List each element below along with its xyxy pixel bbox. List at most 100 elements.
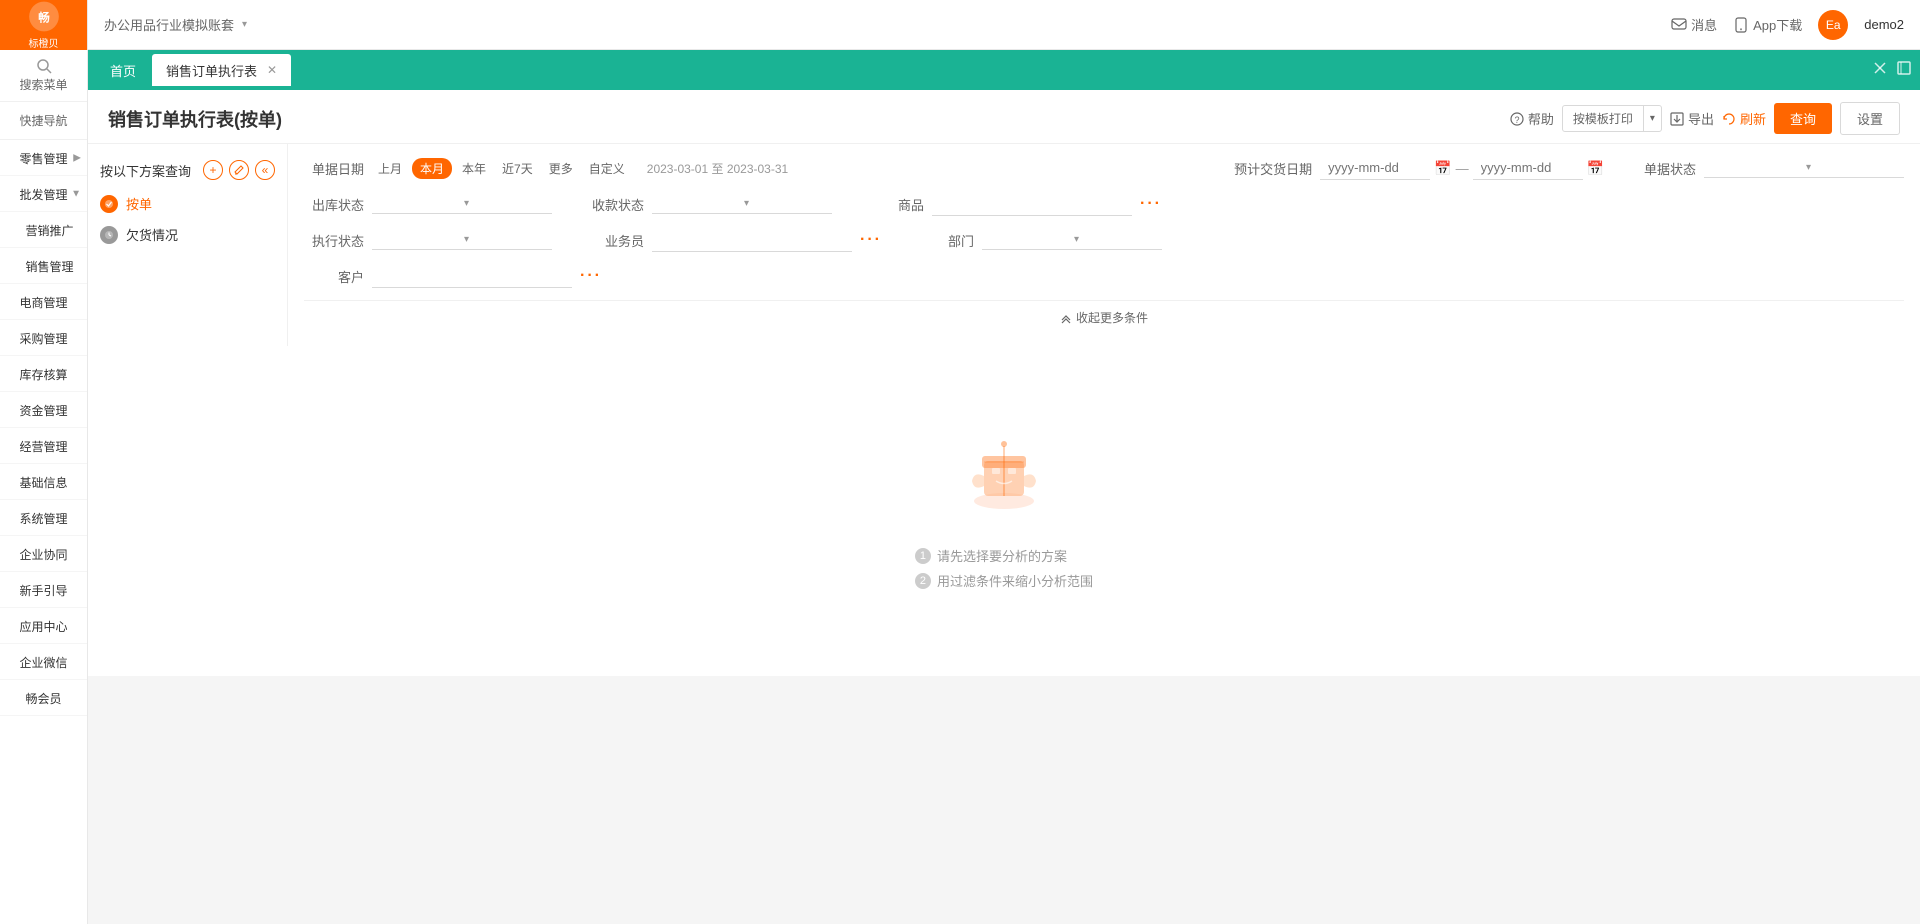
sidebar-item-wholesale[interactable]: 批发管理 ▼ [0,176,87,212]
scheme-order-label: 按单 [126,194,152,213]
filter-area: 按以下方案查询 + « [88,144,1920,346]
inventory-label: 库存核算 [19,366,67,383]
app-download-label: App下载 [1753,15,1802,34]
sidebar-item-collab[interactable]: 企业协同 [0,536,87,572]
app-download-btn[interactable]: App下载 [1733,15,1802,34]
sidebar-item-retail[interactable]: 零售管理 ▶ [0,140,87,176]
filter-left-header: 按以下方案查询 + « [88,156,287,188]
expected-date-to[interactable] [1473,156,1583,180]
scheme-item-by-order[interactable]: 按单 [88,188,287,219]
sidebar-item-apps[interactable]: 应用中心 [0,608,87,644]
empty-state: 1 请先选择要分析的方案 2 用过滤条件来缩小分析范围 [88,346,1920,676]
salesperson-field: 业务员 ··· [584,228,882,252]
date-tabs: 上月 本月 本年 近7天 更多 自定义 [372,158,631,179]
svg-text:畅: 畅 [38,10,50,24]
product-more-icon[interactable]: ··· [1140,195,1162,213]
svg-text:?: ? [1514,115,1519,125]
tab-sales-order[interactable]: 销售订单执行表 ✕ [152,54,291,86]
refresh-icon [1722,112,1736,126]
tab-close-icon[interactable]: ✕ [267,63,277,77]
refresh-btn[interactable]: 刷新 [1722,109,1766,128]
product-input[interactable] [932,192,1132,216]
page-container: 销售订单执行表(按单) ? 帮助 按模板打印 ▾ 导出 [88,90,1920,676]
exec-status-select[interactable]: ▾ [372,230,552,250]
sidebar-item-newbie[interactable]: 新手引导 [0,572,87,608]
expected-date-range: 📅 — 📅 [1320,156,1604,180]
sidebar-item-purchase[interactable]: 采购管理 [0,320,87,356]
retail-arrow-icon: ▶ [73,152,81,163]
print-label[interactable]: 按模板打印 [1563,106,1644,131]
date-tab-this-year[interactable]: 本年 [456,158,492,179]
search-icon [36,58,52,74]
empty-tips: 1 请先选择要分析的方案 2 用过滤条件来缩小分析范围 [915,546,1093,596]
wholesale-label: 批发管理 [19,186,67,203]
salesperson-more-icon[interactable]: ··· [860,231,882,249]
page-actions: ? 帮助 按模板打印 ▾ 导出 刷新 查询 [1510,102,1900,135]
expected-date-label: 预计交货日期 [1234,159,1312,178]
sales-label: 销售管理 [25,258,73,275]
sidebar-item-ecommerce[interactable]: 电商管理 [0,284,87,320]
quick-nav-label: 快捷导航 [0,106,87,135]
message-label: 消息 [1691,15,1717,34]
print-btn[interactable]: 按模板打印 ▾ [1562,105,1662,132]
export-btn[interactable]: 导出 [1670,109,1714,128]
sidebar-item-system[interactable]: 系统管理 [0,500,87,536]
settings-btn[interactable]: 设置 [1840,102,1900,135]
message-btn[interactable]: 消息 [1671,15,1717,34]
print-dropdown-icon[interactable]: ▾ [1644,109,1661,128]
add-scheme-btn[interactable]: + [203,160,223,180]
operations-label: 经营管理 [19,438,67,455]
date-tab-last-month[interactable]: 上月 [372,158,408,179]
date-tab-7days[interactable]: 近7天 [496,158,539,179]
calendar-from-icon[interactable]: 📅 [1434,160,1451,177]
user-name: demo2 [1864,17,1904,32]
exec-caret: ▾ [464,234,544,245]
scheme-item-shortage[interactable]: 欠货情况 [88,219,287,250]
export-icon [1670,112,1684,126]
customer-label: 客户 [304,267,364,286]
outbound-status-select[interactable]: ▾ [372,194,552,214]
mobile-icon [1733,17,1749,33]
sidebar-item-operations[interactable]: 经营管理 [0,428,87,464]
payment-status-select[interactable]: ▾ [652,194,832,214]
tip-1-num: 1 [915,548,931,564]
filter-panel-title: 按以下方案查询 [100,161,191,180]
empty-tip-1: 1 请先选择要分析的方案 [915,546,1093,565]
sidebar-item-wechat[interactable]: 企业微信 [0,644,87,680]
date-tab-more[interactable]: 更多 [543,158,579,179]
customer-more-icon[interactable]: ··· [580,267,602,285]
customer-input[interactable] [372,264,572,288]
tab-close-all-btn[interactable] [1872,60,1888,81]
tab-expand-btn[interactable] [1896,60,1912,81]
date-tab-custom[interactable]: 自定义 [583,158,631,179]
department-select[interactable]: ▾ [982,230,1162,250]
user-avatar[interactable]: Ea [1818,10,1848,40]
sidebar-item-marketing[interactable]: 营销推广 [0,212,87,248]
sidebar-item-inventory[interactable]: 库存核算 [0,356,87,392]
expected-date-from[interactable] [1320,156,1430,180]
system-label: 系统管理 [19,510,67,527]
finance-label: 资金管理 [19,402,67,419]
collapse-panel-btn[interactable]: « [255,160,275,180]
help-label: 帮助 [1528,109,1554,128]
calendar-to-icon[interactable]: 📅 [1587,160,1604,177]
refresh-label: 刷新 [1740,109,1766,128]
help-btn[interactable]: ? 帮助 [1510,109,1554,128]
department-caret: ▾ [1074,234,1154,245]
query-btn[interactable]: 查询 [1774,103,1832,134]
sidebar-item-sales[interactable]: 销售管理 [0,248,87,284]
collapse-label: 收起更多条件 [1076,309,1148,326]
sidebar-item-basics[interactable]: 基础信息 [0,464,87,500]
sidebar-item-finance[interactable]: 资金管理 [0,392,87,428]
tab-home[interactable]: 首页 [96,54,150,86]
sidebar-item-member[interactable]: 畅会员 [0,680,87,716]
edit-scheme-btn[interactable] [229,160,249,180]
filter-collapse: 收起更多条件 [304,300,1904,334]
sidebar-quick-nav[interactable]: 快捷导航 [0,102,87,140]
salesperson-input[interactable] [652,228,852,252]
date-tab-this-month[interactable]: 本月 [412,158,452,179]
app-name-dropdown-icon[interactable]: ▾ [242,19,247,30]
sidebar-search-item[interactable]: 搜索菜单 [0,50,87,102]
doc-status-select[interactable]: ▾ [1704,158,1904,178]
collapse-btn[interactable]: 收起更多条件 [1060,309,1148,326]
